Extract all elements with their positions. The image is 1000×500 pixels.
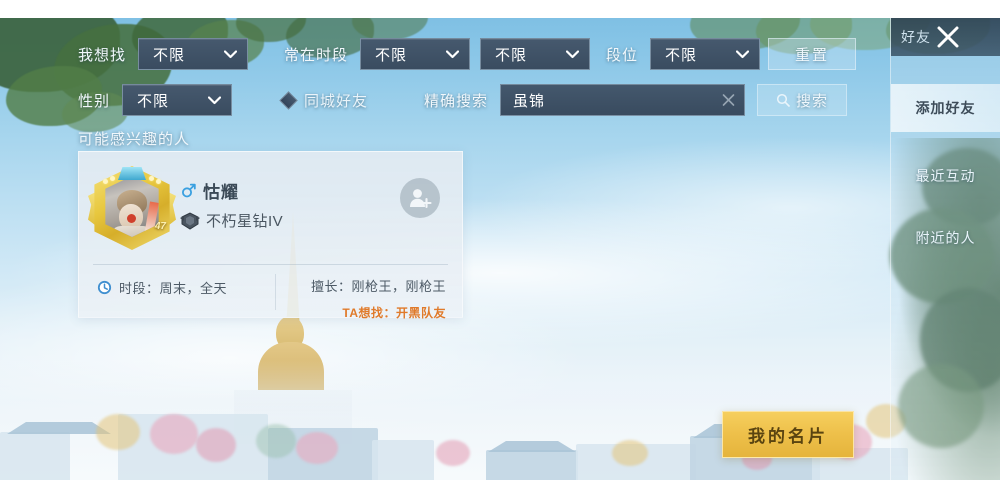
dropdown-active-time-secondary[interactable]: 不限 [480,38,591,70]
section-title: 可能感兴趣的人 [78,131,191,148]
player-card-bottom: 时段：周末，全天 擅长：刚枪王，刚枪王 TA想找：开黑队友 [79,270,462,321]
same-city-label: 同城好友 [304,92,369,110]
add-friend-button[interactable] [400,178,440,218]
dropdown-rank-tier[interactable]: 不限 [650,38,761,70]
player-name: 怙耀 [203,183,239,202]
search-button[interactable]: 搜索 [757,84,848,116]
letterbox-top [0,0,1000,18]
filter-label-looking-for: 我想找 [78,46,127,64]
chevron-down-icon [736,49,750,59]
player-skill-info: 擅长：刚枪王，刚枪王 TA想找：开黑队友 [311,276,446,321]
sidebar-item-nearby-people[interactable]: 附近的人 [891,214,1000,262]
hexagon-avatar-frame[interactable]: 47 [88,166,176,250]
dropdown-value: 不限 [495,46,528,64]
rank-badge-icon [179,211,201,230]
sidebar-header: 好友 [891,18,1000,56]
dropdown-value: 不限 [665,46,698,64]
dropdown-gender[interactable]: 不限 [122,84,233,116]
cherry-tree [196,428,236,462]
dropdown-value: 不限 [375,46,408,64]
player-rank: 不朽星钻IV [206,213,284,230]
player-card-top: 47 怙耀 不朽星钻IV [79,152,462,264]
cherry-tree [296,432,338,464]
search-input[interactable]: 虽锦 [500,84,746,116]
reset-button[interactable]: 重置 [768,38,857,70]
diamond-checkbox-icon[interactable] [279,90,298,110]
player-card[interactable]: 47 怙耀 不朽星钻IV 时段：周末，全天 擅长：刚枪王，刚枪王 TA想找：开黑… [78,151,463,321]
filter-label-rank-tier: 段位 [606,46,639,64]
cherry-tree [436,440,470,466]
filter-bar: 我想找 不限 常在时段 不限 不限 段位 不限 重置 性别 不限 同城好友 精确… [0,18,880,128]
filter-label-gender: 性别 [78,92,111,110]
search-icon [776,93,790,107]
filter-label-active-time: 常在时段 [284,46,349,64]
sidebar-item-recent-interaction[interactable]: 最近互动 [891,152,1000,200]
chevron-down-icon [208,95,222,105]
player-want-text: TA想找：开黑队友 [342,306,446,320]
player-skill-text: 擅长：刚枪王，刚枪王 [310,279,446,294]
close-icon[interactable] [722,94,735,107]
friends-sidebar: 好友 添加好友 最近互动 附近的人 [890,18,1000,480]
cherry-tree [150,414,198,454]
male-icon [181,183,196,198]
chevron-down-icon [224,49,238,59]
clock-icon [97,280,112,295]
filter-row-primary: 我想找 不限 常在时段 不限 不限 段位 不限 重置 [78,38,857,70]
letterbox-bottom [0,480,1000,500]
player-rank-row: 不朽星钻IV [179,210,283,231]
sidebar-item-add-friend[interactable]: 添加好友 [891,84,1000,132]
autumn-tree [96,414,140,450]
search-input-value: 虽锦 [513,92,546,110]
avatar-level: 47 [154,221,166,232]
dropdown-value: 不限 [137,92,170,110]
sidebar-title: 好友 [901,29,931,45]
filter-label-exact-search: 精确搜索 [424,92,489,110]
card-divider [93,264,448,265]
game-friend-search-screen: 我想找 不限 常在时段 不限 不限 段位 不限 重置 性别 不限 同城好友 精确… [0,0,1000,500]
filter-row-secondary: 性别 不限 同城好友 精确搜索 虽锦 搜索 [78,84,848,116]
my-business-card-button[interactable]: 我的名片 [722,411,854,458]
same-city-checkbox[interactable]: 同城好友 [279,90,369,111]
autumn-tree [612,440,648,466]
chevron-down-icon [566,49,580,59]
dropdown-active-time[interactable]: 不限 [360,38,471,70]
player-name-row: 怙耀 [181,178,239,203]
chevron-down-icon [446,49,460,59]
dropdown-value: 不限 [153,46,186,64]
green-tree [256,424,296,458]
close-icon[interactable] [935,24,961,50]
dropdown-looking-for[interactable]: 不限 [138,38,249,70]
player-time-text: 时段：周末，全天 [119,281,228,296]
search-button-label: 搜索 [796,92,829,110]
player-time-info: 时段：周末，全天 [97,278,227,297]
add-person-icon [408,187,432,209]
